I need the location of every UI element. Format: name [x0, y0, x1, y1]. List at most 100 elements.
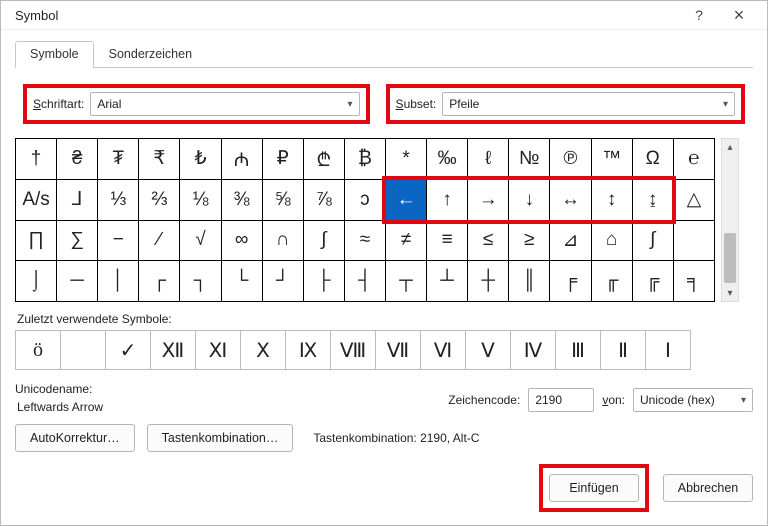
symbol-cell[interactable]: † — [16, 139, 57, 180]
symbol-cell[interactable]: ₮ — [98, 139, 139, 180]
symbol-cell[interactable]: ↔ — [550, 179, 591, 220]
recent-cell[interactable] — [60, 330, 106, 370]
symbol-cell[interactable]: ≤ — [468, 220, 509, 261]
symbol-cell[interactable]: → — [468, 179, 509, 220]
close-button[interactable]: × — [719, 1, 759, 29]
symbol-cell[interactable]: ┼ — [468, 261, 509, 302]
recent-cell[interactable]: Ⅰ — [645, 330, 691, 370]
symbol-cell[interactable]: ↕ — [591, 179, 632, 220]
symbol-cell[interactable]: ₽ — [262, 139, 303, 180]
cancel-button[interactable]: Abbrechen — [663, 474, 753, 502]
symbol-cell[interactable]: A/s — [16, 179, 57, 220]
symbol-cell[interactable]: ≠ — [385, 220, 426, 261]
symbol-cell[interactable]: ∫ — [303, 220, 344, 261]
scroll-up-icon[interactable]: ▴ — [722, 139, 738, 155]
symbol-cell[interactable]: ┌ — [139, 261, 180, 302]
symbol-cell[interactable]: ≡ — [427, 220, 468, 261]
symbol-cell[interactable]: ⌡ — [16, 261, 57, 302]
symbol-cell[interactable]: ║ — [509, 261, 550, 302]
symbol-cell[interactable]: ⌂ — [591, 220, 632, 261]
scroll-thumb[interactable] — [724, 233, 736, 283]
recent-cell[interactable]: Ⅺ — [195, 330, 241, 370]
symbol-cell[interactable]: ⅔ — [139, 179, 180, 220]
recent-cell[interactable]: Ⅷ — [330, 330, 376, 370]
symbol-cell[interactable]: ⅓ — [98, 179, 139, 220]
symbol-cell[interactable]: ∩ — [262, 220, 303, 261]
font-combo[interactable]: Arial ▾ — [90, 92, 359, 116]
symbol-cell[interactable]: ₿ — [344, 139, 385, 180]
symbol-cell[interactable]: ╒ — [550, 261, 591, 302]
symbol-cell-selected[interactable]: ← — [385, 179, 426, 220]
symbol-cell[interactable]: ⅝ — [262, 179, 303, 220]
symbol-cell[interactable]: ┐ — [180, 261, 221, 302]
symbol-cell[interactable]: ┬ — [385, 261, 426, 302]
symbol-cell[interactable]: ⅃ — [57, 179, 98, 220]
symbol-cell[interactable]: ⅞ — [303, 179, 344, 220]
recent-cell[interactable]: Ⅳ — [510, 330, 556, 370]
symbol-cell[interactable]: ├ — [303, 261, 344, 302]
help-button[interactable]: ? — [679, 1, 719, 29]
symbol-cell[interactable]: ‰ — [427, 139, 468, 180]
from-combo[interactable]: Unicode (hex) ▾ — [633, 388, 753, 412]
symbol-cell[interactable]: ₴ — [57, 139, 98, 180]
symbol-cell[interactable]: ⅜ — [221, 179, 262, 220]
symbol-cell[interactable]: ₾ — [303, 139, 344, 180]
recent-cell[interactable]: Ⅲ — [555, 330, 601, 370]
recent-cell[interactable]: Ⅱ — [600, 330, 646, 370]
recent-cell[interactable]: Ⅵ — [420, 330, 466, 370]
tab-special-chars[interactable]: Sonderzeichen — [94, 41, 207, 67]
symbol-cell[interactable]: ↑ — [427, 179, 468, 220]
symbol-cell[interactable]: ≈ — [344, 220, 385, 261]
char-code-input[interactable]: 2190 — [528, 388, 594, 412]
symbol-cell[interactable]: ┴ — [427, 261, 468, 302]
symbol-cell[interactable]: ─ — [57, 261, 98, 302]
shortcut-button[interactable]: Tastenkombination… — [147, 424, 294, 452]
symbol-cell[interactable]: − — [98, 220, 139, 261]
symbol-cell[interactable]: ™ — [591, 139, 632, 180]
symbol-cell[interactable]: ₼ — [221, 139, 262, 180]
symbol-cell[interactable]: △ — [673, 179, 714, 220]
symbol-cell[interactable]: ╕ — [673, 261, 714, 302]
symbol-cell[interactable]: ∏ — [16, 220, 57, 261]
symbol-cell[interactable]: ℓ — [468, 139, 509, 180]
symbol-cell[interactable]: * — [385, 139, 426, 180]
insert-button[interactable]: Einfügen — [549, 474, 639, 502]
symbol-cell[interactable]: ↄ — [344, 179, 385, 220]
recent-cell[interactable]: Ⅸ — [285, 330, 331, 370]
symbol-cell[interactable]: └ — [221, 261, 262, 302]
symbol-cell[interactable]: ┘ — [262, 261, 303, 302]
symbol-cell[interactable]: ⅛ — [180, 179, 221, 220]
symbol-cell[interactable]: ≥ — [509, 220, 550, 261]
symbol-cell[interactable]: ∑ — [57, 220, 98, 261]
symbol-cell[interactable]: ↨ — [632, 179, 673, 220]
scroll-down-icon[interactable]: ▾ — [722, 285, 738, 301]
symbol-cell[interactable]: √ — [180, 220, 221, 261]
recent-cell[interactable]: Ⅻ — [150, 330, 196, 370]
symbol-cell[interactable]: ₹ — [139, 139, 180, 180]
symbol-cell[interactable]: ↓ — [509, 179, 550, 220]
recent-cell[interactable]: ö — [15, 330, 61, 370]
recent-cell[interactable]: Ⅶ — [375, 330, 421, 370]
symbol-cell[interactable]: ┤ — [344, 261, 385, 302]
symbol-cell[interactable]: ℮ — [673, 139, 714, 180]
symbol-cell[interactable]: № — [509, 139, 550, 180]
symbol-cell[interactable]: ∕ — [139, 220, 180, 261]
symbol-cell[interactable]: ₺ — [180, 139, 221, 180]
recent-cell[interactable]: Ⅴ — [465, 330, 511, 370]
symbol-grid[interactable]: † ₴ ₮ ₹ ₺ ₼ ₽ ₾ ₿ * ‰ ℓ № ℗ ™ Ω ℮ — [15, 138, 715, 302]
symbol-cell[interactable]: │ — [98, 261, 139, 302]
symbol-cell[interactable]: ∫ — [632, 220, 673, 261]
tab-symbols[interactable]: Symbole — [15, 41, 94, 67]
grid-scrollbar[interactable]: ▴ ▾ — [721, 138, 739, 302]
symbol-cell[interactable]: ╔ — [632, 261, 673, 302]
symbol-cell[interactable]: ╓ — [591, 261, 632, 302]
symbol-cell[interactable]: Ω — [632, 139, 673, 180]
recent-cell[interactable]: Ⅹ — [240, 330, 286, 370]
recent-cell[interactable]: ✓ — [105, 330, 151, 370]
autocorrect-button[interactable]: AutoKorrektur… — [15, 424, 135, 452]
symbol-cell[interactable]: ℗ — [550, 139, 591, 180]
symbol-cell[interactable]: ⊿ — [550, 220, 591, 261]
symbol-cell[interactable] — [673, 220, 714, 261]
symbol-cell[interactable]: ∞ — [221, 220, 262, 261]
subset-combo[interactable]: Pfeile ▾ — [442, 92, 735, 116]
